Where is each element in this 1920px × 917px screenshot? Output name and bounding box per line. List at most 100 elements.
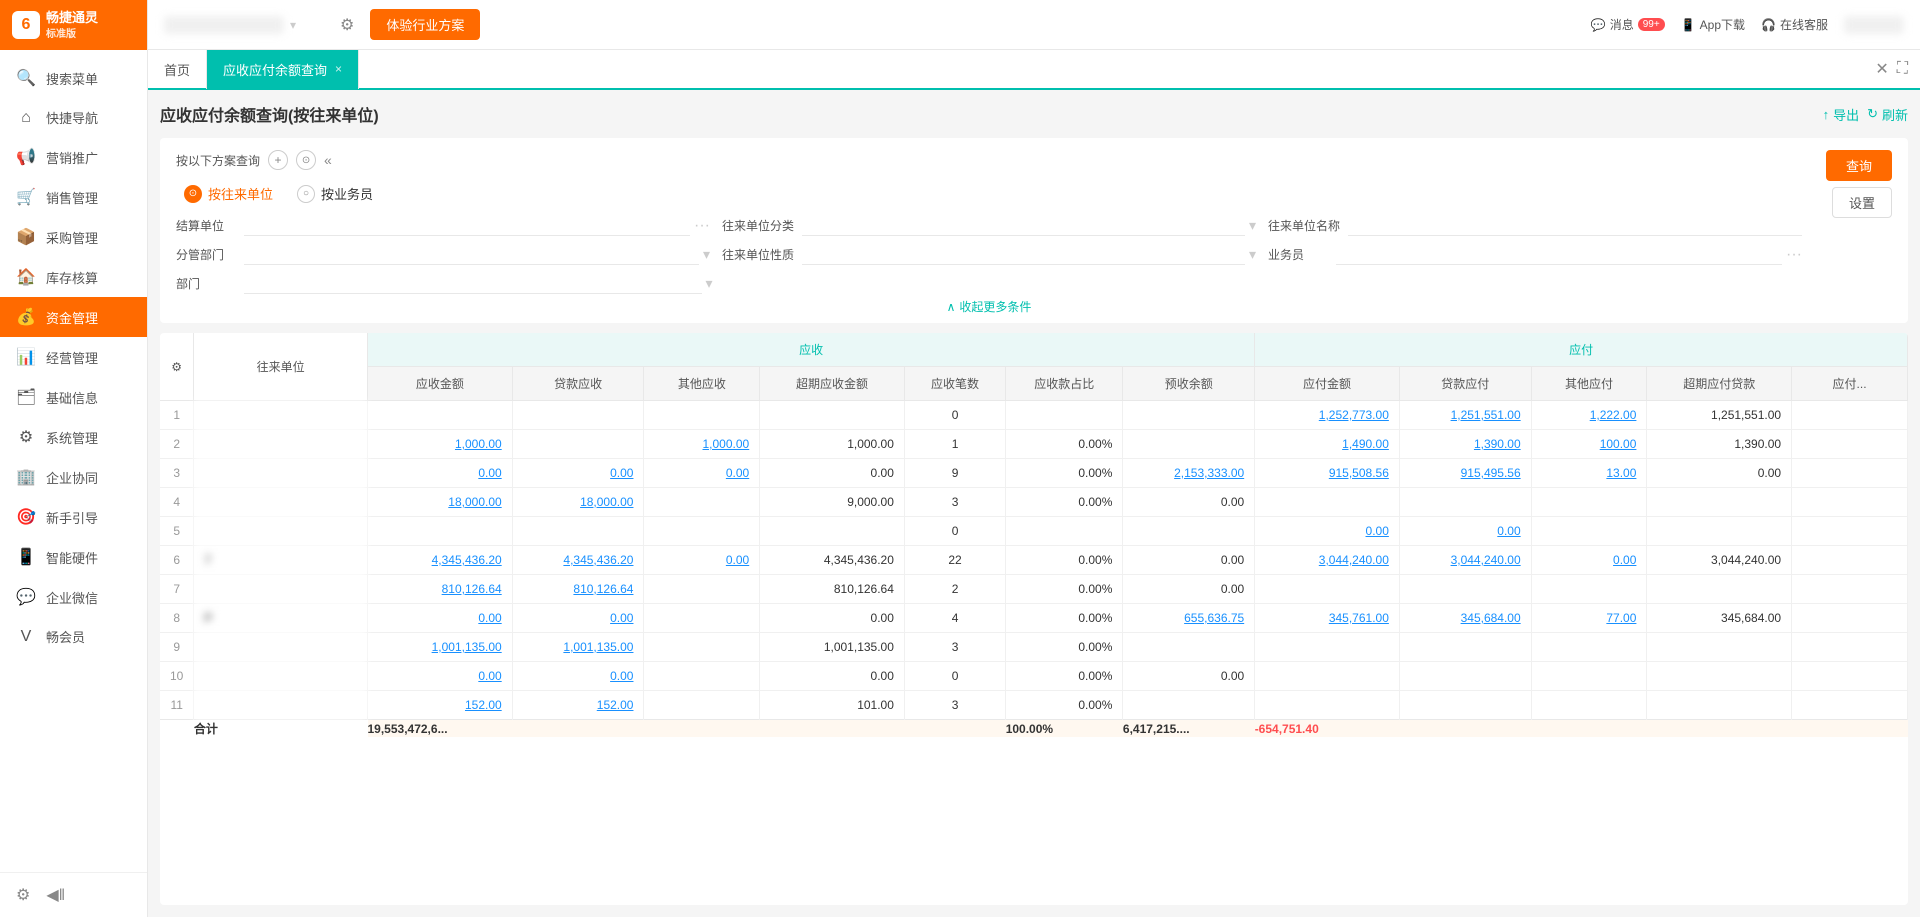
cell[interactable]: 1,001,135.00 bbox=[512, 633, 644, 662]
cell[interactable]: 810,126.64 bbox=[512, 575, 644, 604]
cell[interactable] bbox=[1531, 633, 1647, 662]
cell[interactable]: 1,251,551.00 bbox=[1399, 401, 1531, 430]
cell[interactable] bbox=[1399, 488, 1531, 517]
topbar-gear-icon[interactable]: ⚙ bbox=[336, 11, 358, 39]
export-button[interactable]: ↑ 导出 bbox=[1823, 105, 1860, 124]
partner-nature-input[interactable] bbox=[802, 244, 1245, 265]
cell[interactable] bbox=[644, 633, 760, 662]
cell[interactable] bbox=[368, 401, 513, 430]
cell[interactable] bbox=[644, 604, 760, 633]
cell[interactable]: 18,000.00 bbox=[368, 488, 513, 517]
partner-category-input[interactable] bbox=[802, 215, 1245, 236]
filter-option-by-partner[interactable]: ⊙ 按往来单位 bbox=[176, 180, 281, 207]
settings-bottom-icon[interactable]: ⚙ bbox=[16, 885, 30, 905]
sidebar-item-marketing[interactable]: 📢 营销推广 bbox=[0, 137, 147, 177]
cell[interactable] bbox=[512, 430, 644, 459]
cell[interactable] bbox=[644, 662, 760, 691]
query-button[interactable]: 查询 bbox=[1826, 150, 1892, 181]
cell[interactable]: 77.00 bbox=[1531, 604, 1647, 633]
sidebar-item-smart-hw[interactable]: 📱 智能硬件 bbox=[0, 537, 147, 577]
topbar-customer-service[interactable]: 🎧 在线客服 bbox=[1761, 16, 1828, 33]
cell[interactable] bbox=[1255, 633, 1400, 662]
sidebar-item-operations[interactable]: 📊 经营管理 bbox=[0, 337, 147, 377]
salesperson-dots-icon[interactable]: ··· bbox=[1786, 246, 1802, 264]
cell[interactable]: 0.00 bbox=[512, 604, 644, 633]
cell[interactable]: 0.00 bbox=[1255, 517, 1400, 546]
cell[interactable]: 4,345,436.20 bbox=[512, 546, 644, 575]
cell[interactable]: 100.00 bbox=[1531, 430, 1647, 459]
close-window-icon[interactable]: ✕ bbox=[1875, 59, 1888, 79]
cell[interactable] bbox=[1399, 662, 1531, 691]
sidebar-item-enterprise[interactable]: 🏢 企业协同 bbox=[0, 457, 147, 497]
cell[interactable] bbox=[1399, 575, 1531, 604]
cell[interactable]: 345,684.00 bbox=[1399, 604, 1531, 633]
cell[interactable]: 1,000.00 bbox=[644, 430, 760, 459]
cell[interactable] bbox=[644, 401, 760, 430]
sidebar-item-member[interactable]: V 畅会员 bbox=[0, 617, 147, 656]
sidebar-item-basic-info[interactable]: 🗂 基础信息 bbox=[0, 377, 147, 417]
cell[interactable]: 3,044,240.00 bbox=[1255, 546, 1400, 575]
cell[interactable]: 1,390.00 bbox=[1399, 430, 1531, 459]
topbar-user[interactable] bbox=[1844, 16, 1904, 34]
cell[interactable] bbox=[1255, 691, 1400, 720]
dept-arrow-icon[interactable]: ▾ bbox=[703, 246, 710, 263]
cell[interactable] bbox=[1399, 633, 1531, 662]
cell[interactable]: 1,001,135.00 bbox=[368, 633, 513, 662]
cell[interactable]: 1,222.00 bbox=[1531, 401, 1647, 430]
cell[interactable] bbox=[1531, 691, 1647, 720]
nature-arrow-icon[interactable]: ▾ bbox=[1249, 246, 1256, 263]
cell[interactable] bbox=[644, 488, 760, 517]
cell[interactable]: 0.00 bbox=[644, 459, 760, 488]
cell[interactable]: 915,508.56 bbox=[1255, 459, 1400, 488]
sidebar-item-purchase[interactable]: 📦 采购管理 bbox=[0, 217, 147, 257]
cell[interactable]: 0.00 bbox=[512, 459, 644, 488]
sidebar-item-inventory[interactable]: 🏠 库存核算 bbox=[0, 257, 147, 297]
sidebar-item-system[interactable]: ⚙ 系统管理 bbox=[0, 417, 147, 457]
tab-close-icon[interactable]: × bbox=[335, 62, 342, 76]
partner-name-input[interactable] bbox=[1348, 215, 1802, 236]
cell[interactable]: 0.00 bbox=[512, 662, 644, 691]
filter-option-by-salesperson[interactable]: ○ 按业务员 bbox=[289, 180, 381, 207]
cell[interactable]: 0.00 bbox=[1399, 517, 1531, 546]
department-input[interactable] bbox=[244, 273, 702, 294]
dept-manager-input[interactable] bbox=[244, 244, 699, 265]
topbar-app-download[interactable]: 📱 App下载 bbox=[1681, 16, 1745, 33]
cell[interactable]: 0.00 bbox=[368, 604, 513, 633]
cell[interactable] bbox=[644, 691, 760, 720]
filter-add-button[interactable]: + bbox=[268, 150, 288, 170]
salesperson-input[interactable] bbox=[1336, 244, 1782, 265]
cell[interactable] bbox=[512, 517, 644, 546]
cell[interactable]: 0.00 bbox=[368, 662, 513, 691]
filter-collapse-button[interactable]: « bbox=[324, 152, 332, 168]
cell[interactable]: 18,000.00 bbox=[512, 488, 644, 517]
cell[interactable]: 810,126.64 bbox=[368, 575, 513, 604]
cell[interactable] bbox=[644, 575, 760, 604]
cell[interactable]: 1,490.00 bbox=[1255, 430, 1400, 459]
filter-collapse-row[interactable]: ∧ 收起更多条件 bbox=[176, 298, 1802, 315]
cell[interactable]: 345,761.00 bbox=[1255, 604, 1400, 633]
footer-ar-prepaid[interactable]: 6,417,215.... bbox=[1123, 720, 1255, 738]
cell[interactable] bbox=[1531, 517, 1647, 546]
settlement-dots-icon[interactable]: ··· bbox=[694, 217, 710, 235]
cell[interactable] bbox=[1255, 488, 1400, 517]
refresh-button[interactable]: ↻ 刷新 bbox=[1867, 105, 1908, 124]
cell[interactable] bbox=[1255, 662, 1400, 691]
cell[interactable]: 1,000.00 bbox=[368, 430, 513, 459]
sidebar-item-guide[interactable]: 🎯 新手引导 bbox=[0, 497, 147, 537]
department-arrow-icon[interactable]: ▾ bbox=[706, 275, 713, 292]
footer-ar-amount[interactable]: 19,553,472,6... bbox=[368, 720, 513, 738]
tab-ar-ap[interactable]: 应收应付余额查询 × bbox=[207, 49, 359, 89]
sidebar-item-search-menu[interactable]: 🔍 搜索菜单 bbox=[0, 58, 147, 98]
cell[interactable] bbox=[1531, 575, 1647, 604]
sidebar-item-sales[interactable]: 🛒 销售管理 bbox=[0, 177, 147, 217]
settings-button[interactable]: 设置 bbox=[1832, 187, 1892, 218]
maximize-icon[interactable]: ⛶ bbox=[1897, 60, 1908, 78]
cell[interactable]: 0.00 bbox=[644, 546, 760, 575]
solution-button[interactable]: 体验行业方案 bbox=[370, 9, 480, 40]
cell[interactable]: 4,345,436.20 bbox=[368, 546, 513, 575]
cell[interactable]: 3,044,240.00 bbox=[1399, 546, 1531, 575]
cell[interactable] bbox=[1255, 575, 1400, 604]
cell[interactable]: 0.00 bbox=[1531, 546, 1647, 575]
collapse-icon[interactable]: ◀‖ bbox=[46, 885, 65, 905]
sidebar-item-finance[interactable]: 💰 资金管理 bbox=[0, 297, 147, 337]
